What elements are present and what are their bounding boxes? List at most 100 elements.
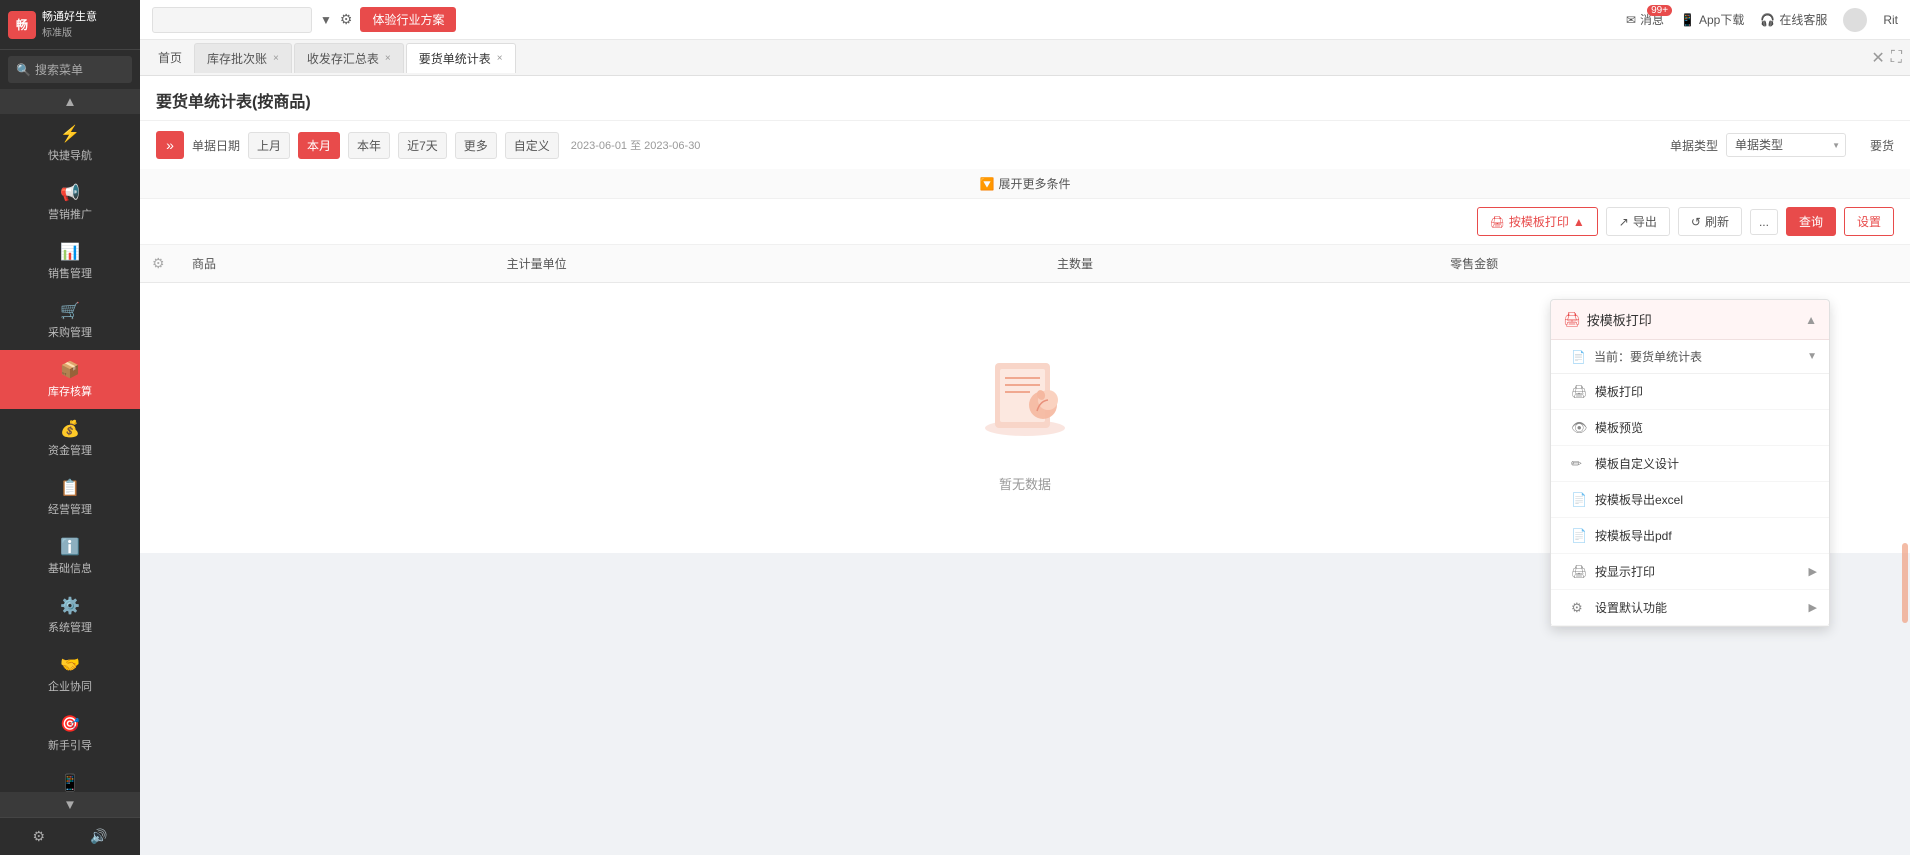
dropdown-collapse-icon[interactable]: ▲	[1805, 313, 1817, 327]
sidebar-item-purchase[interactable]: 🛒 采购管理	[0, 291, 140, 350]
date-btn-custom[interactable]: 自定义	[505, 132, 559, 159]
topbar-search-input[interactable]	[152, 7, 312, 33]
display-print-arrow: ▶	[1809, 565, 1817, 578]
sidebar-search-button[interactable]: 🔍 搜索菜单	[8, 56, 132, 83]
empty-text: 暂无数据	[999, 474, 1051, 493]
sidebar-item-system[interactable]: ⚙️ 系统管理	[0, 586, 140, 645]
refresh-button[interactable]: ↺ 刷新	[1678, 207, 1742, 236]
dropdown-item-template-pdf[interactable]: 📄 按模板导出pdf	[1551, 518, 1829, 554]
sidebar-item-newbie[interactable]: 🎯 新手引导	[0, 704, 140, 763]
sidebar-item-marketing[interactable]: 📢 营销推广	[0, 173, 140, 232]
sidebar-item-operations[interactable]: 📋 经营管理	[0, 468, 140, 527]
template-print-label: 模板打印	[1595, 383, 1643, 400]
sales-icon: 📊	[60, 242, 80, 262]
tab-bar: 首页 库存批次账 × 收发存汇总表 × 要货单统计表 × ✕ ⛶	[140, 40, 1910, 76]
operations-label: 经营管理	[48, 501, 92, 517]
print-icon: 🖨	[1490, 215, 1505, 229]
dropdown-section-display-print[interactable]: 🖨 按显示打印 ▶	[1551, 554, 1829, 590]
sidebar-search-label: 搜索菜单	[35, 61, 83, 78]
set-default-label: 设置默认功能	[1595, 599, 1667, 616]
dropdown-header-left: 🖨 按模板打印	[1563, 310, 1652, 329]
tab-close-all-button[interactable]: ✕	[1871, 48, 1884, 68]
page-title: 要货单统计表(按商品)	[156, 94, 311, 111]
print-template-button[interactable]: 🖨 按模板打印 ▲	[1477, 207, 1598, 236]
dropdown-item-template-preview[interactable]: 👁 模板预览	[1551, 410, 1829, 446]
sidebar-scroll-down[interactable]: ▼	[0, 792, 140, 817]
template-design-icon: ✏	[1571, 456, 1587, 472]
dropdown-section-set-default[interactable]: ⚙ 设置默认功能 ▶	[1551, 590, 1829, 626]
date-btn-this-month[interactable]: 本月	[298, 132, 340, 159]
collab-icon: 🤝	[60, 655, 80, 675]
col-quantity: 主数量	[1045, 245, 1438, 283]
user-avatar[interactable]	[1843, 8, 1867, 32]
topbar-gear-button[interactable]: ⚙	[340, 11, 353, 28]
quicknav-label: 快捷导航	[48, 147, 92, 163]
date-btn-last-month[interactable]: 上月	[248, 132, 290, 159]
date-btn-7days[interactable]: 近7天	[398, 132, 447, 159]
dropdown-header: 🖨 按模板打印 ▲	[1551, 300, 1829, 340]
refresh-icon: ↺	[1691, 215, 1701, 229]
online-service-button[interactable]: 🎧 在线客服	[1760, 11, 1827, 28]
main-area: ▼ ⚙ 体验行业方案 ✉ 消息 99+ 📱 App下载 🎧 在线客服	[140, 0, 1910, 855]
dropdown-item-template-excel[interactable]: 📄 按模板导出excel	[1551, 482, 1829, 518]
order-type-select[interactable]: 单据类型	[1726, 133, 1846, 157]
tab-maximize-button[interactable]: ⛶	[1891, 49, 1902, 67]
tab-home[interactable]: 首页	[148, 43, 192, 72]
trial-button[interactable]: 体验行业方案	[360, 7, 456, 32]
operations-icon: 📋	[60, 478, 80, 498]
print-dropdown: 🖨 按模板打印 ▲ 📄 当前：要货单统计表 ▼ 🖨 模板	[1550, 299, 1830, 627]
display-print-icon: 🖨	[1571, 564, 1587, 580]
sidebar-item-basic[interactable]: ℹ️ 基础信息	[0, 527, 140, 586]
sidebar-item-quicknav[interactable]: ⚡ 快捷导航	[0, 114, 140, 173]
tab-receipt-summary[interactable]: 收发存汇总表 ×	[294, 43, 404, 73]
sidebar: 畅 畅通好生意 标准版 🔍 搜索菜单 ▲ ⚡ 快捷导航 📢 营销推广 �	[0, 0, 140, 855]
app-download-button[interactable]: 📱 App下载	[1680, 11, 1744, 28]
action-toolbar: 🖨 按模板打印 ▲ ↗ 导出 ↺ 刷新 ... 查询 设置	[140, 199, 1910, 245]
newbie-icon: 🎯	[60, 714, 80, 734]
dropdown-item-template-print[interactable]: 🖨 模板打印	[1551, 374, 1829, 410]
expand-filter-row: 🔽 展开更多条件	[140, 169, 1910, 199]
download-icon: 📱	[1680, 13, 1695, 27]
topbar-dropdown-button[interactable]: ▼	[320, 13, 332, 27]
sidebar-scroll-up[interactable]: ▲	[0, 89, 140, 114]
tab-order-stats[interactable]: 要货单统计表 ×	[406, 43, 516, 73]
tab-receipt-summary-close[interactable]: ×	[385, 53, 391, 64]
date-btn-this-year[interactable]: 本年	[348, 132, 390, 159]
tab-batch-account-close[interactable]: ×	[273, 53, 279, 64]
more-actions-button[interactable]: ...	[1750, 209, 1778, 235]
dropdown-item-template-design[interactable]: ✏ 模板自定义设计	[1551, 446, 1829, 482]
print-label: 按模板打印	[1509, 213, 1569, 230]
tab-order-stats-close[interactable]: ×	[497, 53, 503, 64]
marketing-label: 营销推广	[48, 206, 92, 222]
app-download-label: App下载	[1699, 11, 1744, 28]
order-type-label: 单据类型	[1670, 137, 1718, 154]
sidebar-item-appstore[interactable]: 📱 应用中心	[0, 763, 140, 792]
template-pdf-icon: 📄	[1571, 528, 1587, 544]
table-header-row: ⚙ 商品 主计量单位 主数量 零售金额	[140, 245, 1910, 283]
app-logo: 畅 畅通好生意 标准版	[0, 0, 140, 50]
messages-button[interactable]: ✉ 消息 99+	[1626, 11, 1664, 28]
table-settings-icon[interactable]: ⚙	[152, 255, 165, 271]
query-button[interactable]: 查询	[1786, 207, 1836, 236]
print-arrow-icon: ▲	[1573, 215, 1585, 229]
dropdown-current-template[interactable]: 📄 当前：要货单统计表 ▼	[1551, 340, 1829, 374]
settings-button[interactable]: 设置	[1844, 207, 1894, 236]
inventory-icon: 📦	[60, 360, 80, 380]
sidebar-item-inventory[interactable]: 📦 库存核算	[0, 350, 140, 409]
appstore-icon: 📱	[60, 773, 80, 792]
filter-expand-button[interactable]: »	[156, 131, 184, 159]
basic-icon: ℹ️	[60, 537, 80, 557]
date-btn-more[interactable]: 更多	[455, 132, 497, 159]
tab-batch-account[interactable]: 库存批次账 ×	[194, 43, 292, 73]
sidebar-item-collab[interactable]: 🤝 企业协同	[0, 645, 140, 704]
page: 要货单统计表(按商品) » 单据日期 上月 本月 本年 近7天 更多 自定义 2…	[140, 76, 1910, 553]
template-print-icon: 🖨	[1571, 384, 1587, 400]
message-icon: ✉	[1626, 13, 1636, 27]
sidebar-item-sales[interactable]: 📊 销售管理	[0, 232, 140, 291]
template-design-label: 模板自定义设计	[1595, 455, 1679, 472]
settings-bottom-button[interactable]: ⚙	[33, 828, 46, 845]
audio-bottom-button[interactable]: 🔊	[90, 828, 107, 845]
sidebar-item-finance[interactable]: 💰 资金管理	[0, 409, 140, 468]
expand-more-conditions-button[interactable]: 🔽 展开更多条件	[980, 175, 1071, 192]
export-button[interactable]: ↗ 导出	[1606, 207, 1670, 236]
